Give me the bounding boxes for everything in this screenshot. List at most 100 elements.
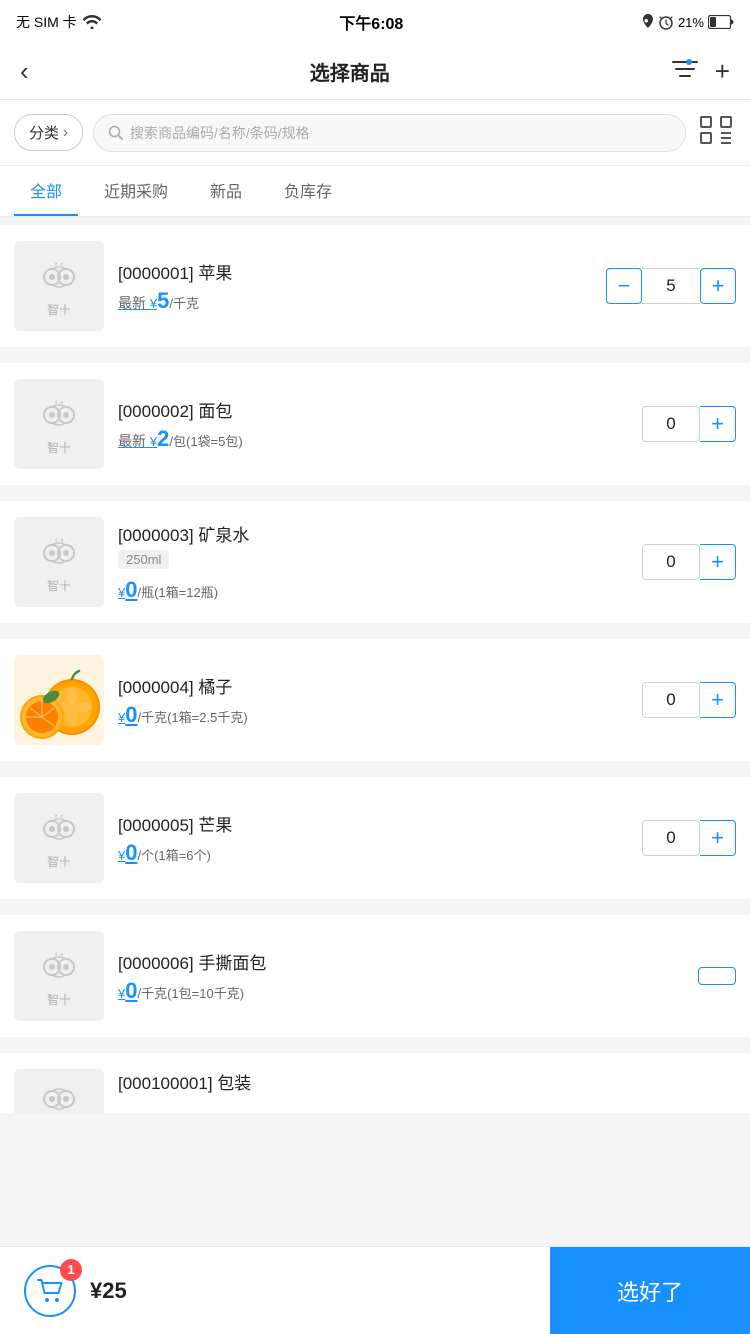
quantity-control-0000005: + bbox=[642, 820, 736, 856]
list-item: 智十 [0000003] 矿泉水 250ml ¥0/瓶(1箱=12瓶) + bbox=[0, 501, 750, 623]
product-info: [0000005] 芒果 ¥0/个(1箱=6个) bbox=[118, 811, 628, 866]
quantity-control-0000004: + bbox=[642, 682, 736, 718]
wifi-icon bbox=[83, 15, 101, 29]
increase-button[interactable]: + bbox=[700, 268, 736, 304]
quantity-control-0000001: − + bbox=[606, 268, 736, 304]
nav-bar: ‹ 选择商品 + bbox=[0, 44, 750, 100]
product-image-0000004 bbox=[14, 655, 104, 745]
status-bar: 无 SIM 卡 下午6:08 21% bbox=[0, 0, 750, 44]
nav-right: + bbox=[671, 56, 730, 87]
batch-button[interactable] bbox=[698, 967, 736, 985]
product-image-0000006: 智十 bbox=[14, 931, 104, 1021]
alarm-icon bbox=[658, 14, 674, 30]
product-list: 智十 [0000001] 苹果 最新 ¥5/千克 − + bbox=[0, 217, 750, 1211]
quantity-input[interactable] bbox=[642, 682, 700, 718]
owl-text: 智十 bbox=[47, 991, 71, 1008]
location-icon bbox=[642, 14, 654, 30]
tab-recent[interactable]: 近期采购 bbox=[88, 166, 184, 216]
product-price: ¥0/个(1箱=6个) bbox=[118, 840, 628, 866]
bottom-bar: 1 ¥25 选好了 bbox=[0, 1246, 750, 1334]
status-right: 21% bbox=[642, 14, 734, 30]
back-button[interactable]: ‹ bbox=[20, 56, 29, 87]
tab-new[interactable]: 新品 bbox=[194, 166, 258, 216]
product-spec: 250ml bbox=[118, 550, 169, 569]
product-name: [0000005] 芒果 bbox=[118, 811, 628, 836]
decrease-button[interactable]: − bbox=[606, 268, 642, 304]
filter-icon[interactable] bbox=[671, 57, 699, 86]
tab-all[interactable]: 全部 bbox=[14, 166, 78, 216]
product-price: ¥0/瓶(1箱=12瓶) bbox=[118, 577, 628, 603]
product-price: 最新 ¥5/千克 bbox=[118, 288, 592, 314]
quantity-control-0000003: + bbox=[642, 544, 736, 580]
nav-left: ‹ bbox=[20, 56, 29, 87]
owl-logo: 智十 bbox=[37, 945, 81, 1008]
search-box[interactable]: 搜索商品编码/名称/条码/规格 bbox=[93, 114, 686, 152]
increase-button[interactable]: + bbox=[700, 406, 736, 442]
product-price: 最新 ¥2/包(1袋=5包) bbox=[118, 426, 628, 452]
price-prefix: 最新 ¥ bbox=[118, 295, 157, 311]
cart-icon bbox=[36, 1278, 64, 1304]
product-info: [0000004] 橘子 ¥0/千克(1箱=2.5千克) bbox=[118, 673, 628, 728]
owl-logo: 智十 bbox=[37, 807, 81, 870]
cart-total: ¥25 bbox=[90, 1278, 127, 1304]
sim-label: 无 SIM 卡 bbox=[16, 12, 77, 32]
cart-button[interactable]: 1 bbox=[24, 1265, 76, 1317]
tab-negative[interactable]: 负库存 bbox=[268, 166, 348, 216]
owl-logo bbox=[37, 1077, 81, 1113]
confirm-button[interactable]: 选好了 bbox=[550, 1247, 750, 1334]
owl-logo: 智十 bbox=[37, 393, 81, 456]
list-item: 智十 [0000001] 苹果 最新 ¥5/千克 − + bbox=[0, 225, 750, 347]
increase-button[interactable]: + bbox=[700, 544, 736, 580]
category-label: 分类 bbox=[29, 122, 59, 143]
quantity-input[interactable] bbox=[642, 268, 700, 304]
price-prefix: 最新 ¥ bbox=[118, 433, 157, 449]
list-item: [000100001] 包装 bbox=[0, 1053, 750, 1113]
search-placeholder: 搜索商品编码/名称/条码/规格 bbox=[130, 123, 310, 143]
product-info: [000100001] 包装 bbox=[118, 1069, 736, 1098]
list-item: [0000004] 橘子 ¥0/千克(1箱=2.5千克) + bbox=[0, 639, 750, 761]
battery-icon bbox=[708, 15, 734, 29]
quantity-input[interactable] bbox=[642, 544, 700, 580]
scan-button[interactable] bbox=[696, 112, 736, 153]
product-image-0000005: 智十 bbox=[14, 793, 104, 883]
nav-title: 选择商品 bbox=[310, 57, 390, 86]
orange-image bbox=[14, 655, 104, 745]
list-item: 智十 [0000002] 面包 最新 ¥2/包(1袋=5包) + bbox=[0, 363, 750, 485]
owl-text: 智十 bbox=[47, 577, 71, 594]
product-image-000100001 bbox=[14, 1069, 104, 1113]
search-icon bbox=[108, 125, 124, 141]
toolbar: 分类 › 搜索商品编码/名称/条码/规格 bbox=[0, 100, 750, 166]
owl-text: 智十 bbox=[47, 853, 71, 870]
status-left: 无 SIM 卡 bbox=[16, 12, 101, 32]
owl-text: 智十 bbox=[47, 439, 71, 456]
owl-logo: 智十 bbox=[37, 255, 81, 318]
product-info: [0000001] 苹果 最新 ¥5/千克 bbox=[118, 259, 592, 314]
product-image-0000002: 智十 bbox=[14, 379, 104, 469]
list-item: 智十 [0000005] 芒果 ¥0/个(1箱=6个) + bbox=[0, 777, 750, 899]
quantity-input[interactable] bbox=[642, 820, 700, 856]
battery-label: 21% bbox=[678, 15, 704, 30]
product-price: ¥0/千克(1包=10千克) bbox=[118, 978, 684, 1004]
owl-logo: 智十 bbox=[37, 531, 81, 594]
quantity-input[interactable] bbox=[642, 406, 700, 442]
list-item: 智十 [0000006] 手撕面包 ¥0/千克(1包=10千克) bbox=[0, 915, 750, 1037]
product-info: [0000003] 矿泉水 250ml ¥0/瓶(1箱=12瓶) bbox=[118, 521, 628, 603]
increase-button[interactable]: + bbox=[700, 820, 736, 856]
status-time: 下午6:08 bbox=[339, 10, 403, 34]
product-image-0000001: 智十 bbox=[14, 241, 104, 331]
product-name: [0000004] 橘子 bbox=[118, 673, 628, 698]
product-name: [000100001] 包装 bbox=[118, 1069, 736, 1094]
product-name: [0000003] 矿泉水 bbox=[118, 521, 628, 546]
increase-button[interactable]: + bbox=[700, 682, 736, 718]
category-button[interactable]: 分类 › bbox=[14, 114, 83, 151]
product-image-0000003: 智十 bbox=[14, 517, 104, 607]
product-price: ¥0/千克(1箱=2.5千克) bbox=[118, 702, 628, 728]
quantity-control-0000002: + bbox=[642, 406, 736, 442]
product-name: [0000006] 手撕面包 bbox=[118, 949, 684, 974]
cart-section: 1 ¥25 bbox=[0, 1265, 127, 1317]
add-button[interactable]: + bbox=[715, 56, 730, 87]
product-info: [0000002] 面包 最新 ¥2/包(1袋=5包) bbox=[118, 397, 628, 452]
owl-text: 智十 bbox=[47, 301, 71, 318]
product-name: [0000002] 面包 bbox=[118, 397, 628, 422]
cart-badge: 1 bbox=[60, 1259, 82, 1281]
